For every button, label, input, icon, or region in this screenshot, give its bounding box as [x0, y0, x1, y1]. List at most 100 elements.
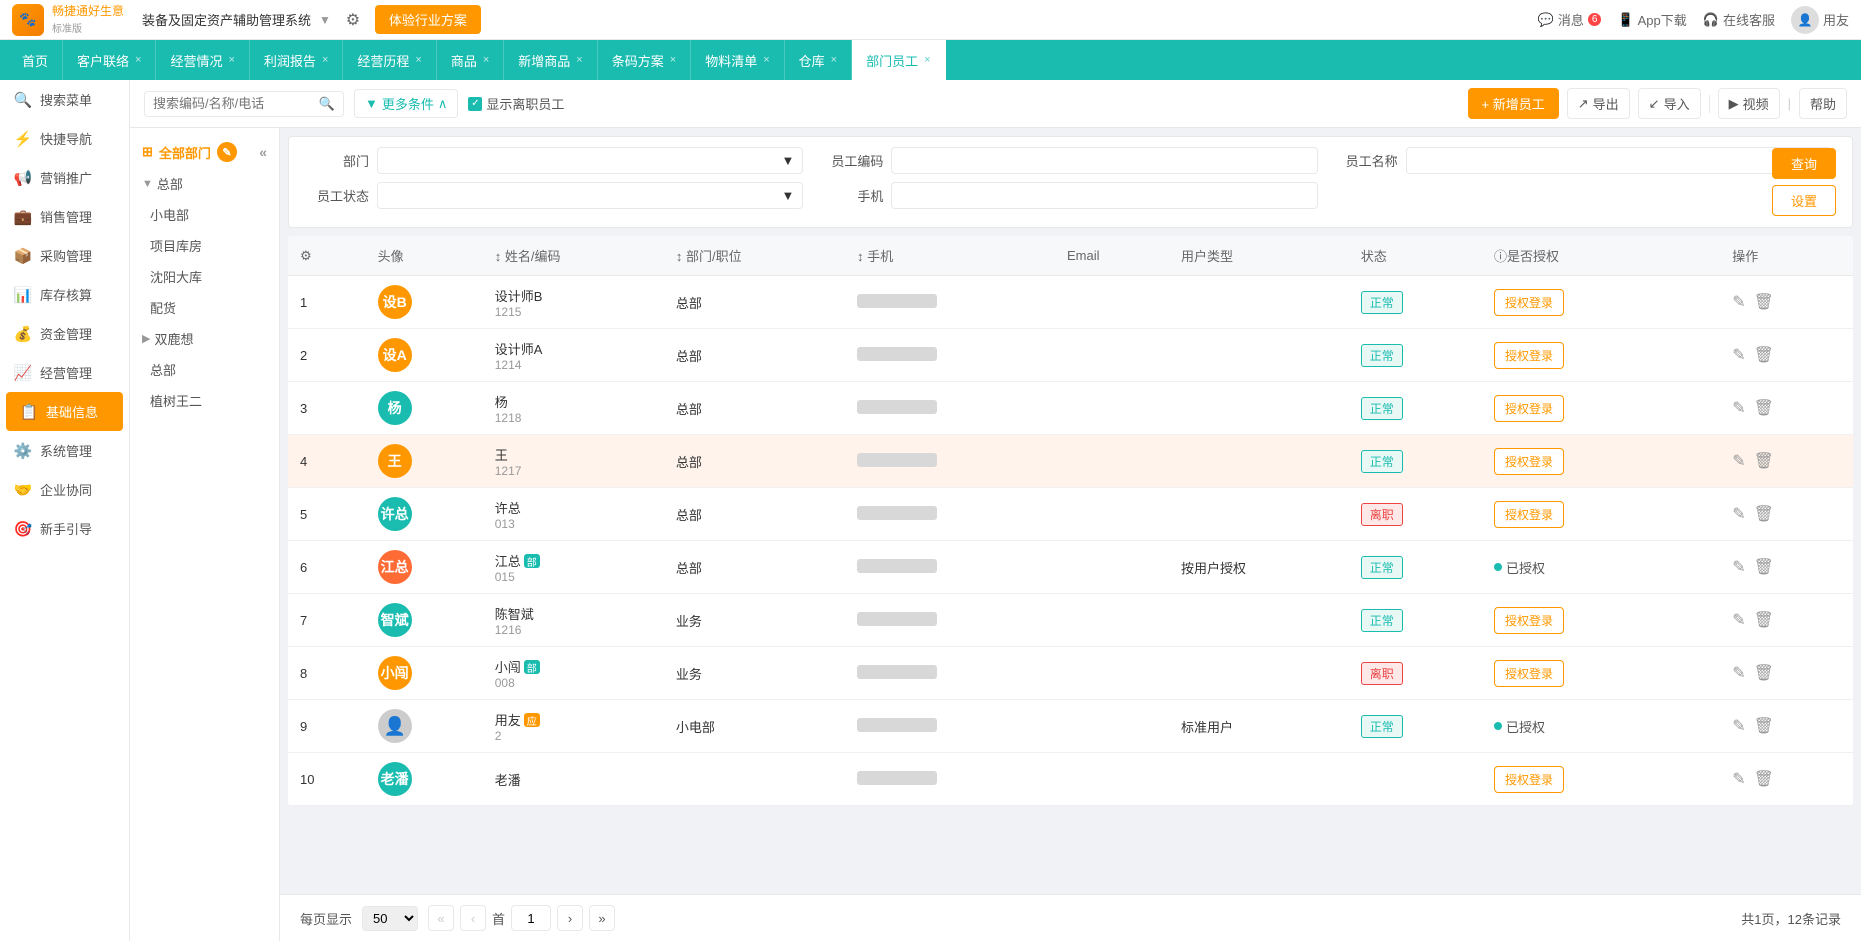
export-button[interactable]: ↗ 导出: [1567, 88, 1630, 119]
nav-tab-商品[interactable]: 商品 ×: [437, 40, 504, 80]
show-resigned-toggle[interactable]: ✓ 显示离职员工: [468, 94, 564, 113]
nav-tab-部门员工[interactable]: 部门员工 ×: [852, 40, 945, 80]
sidebar-item-finance[interactable]: 💰资金管理: [0, 314, 129, 353]
per-page-select[interactable]: 50 100: [362, 906, 418, 931]
sidebar-item-sales[interactable]: 💼销售管理: [0, 197, 129, 236]
close-icon[interactable]: ×: [483, 54, 489, 66]
first-page-button[interactable]: «: [428, 905, 454, 931]
edit-button[interactable]: ✎: [1732, 716, 1745, 736]
dept-item-zongbu[interactable]: 总部: [130, 354, 279, 385]
delete-button[interactable]: 🗑: [1754, 716, 1774, 736]
authorize-button[interactable]: 授权登录: [1494, 501, 1564, 528]
close-icon[interactable]: ×: [576, 54, 582, 66]
prev-page-button[interactable]: ‹: [460, 905, 486, 931]
nav-tab-仓库[interactable]: 仓库 ×: [785, 40, 852, 80]
delete-button[interactable]: 🗑: [1754, 769, 1774, 789]
nav-tab-条码方案[interactable]: 条码方案 ×: [598, 40, 691, 80]
title-dropdown-icon[interactable]: ▼: [319, 13, 331, 27]
dept-collapse-button[interactable]: «: [259, 144, 267, 160]
delete-button[interactable]: 🗑: [1754, 610, 1774, 630]
try-industry-button[interactable]: 体验行业方案: [375, 5, 481, 34]
close-icon[interactable]: ×: [924, 54, 930, 66]
last-page-button[interactable]: »: [589, 905, 615, 931]
close-icon[interactable]: ×: [135, 54, 141, 66]
edit-button[interactable]: ✎: [1732, 769, 1745, 789]
delete-button[interactable]: 🗑: [1754, 557, 1774, 577]
edit-button[interactable]: ✎: [1732, 610, 1745, 630]
dept-item-project[interactable]: 项目库房: [130, 230, 279, 261]
nav-tab-利润报告[interactable]: 利润报告 ×: [250, 40, 343, 80]
close-icon[interactable]: ×: [763, 54, 769, 66]
authorize-button[interactable]: 授权登录: [1494, 607, 1564, 634]
app-download-button[interactable]: 📱 App下载: [1617, 10, 1686, 29]
sidebar-item-basic[interactable]: 📋基础信息: [6, 392, 123, 431]
search-input-wrap[interactable]: 🔍: [144, 91, 344, 117]
th-phone[interactable]: ↕ 手机: [845, 236, 1055, 276]
close-icon[interactable]: ×: [831, 54, 837, 66]
video-button[interactable]: ▶ 视频: [1718, 88, 1780, 119]
online-service-button[interactable]: 🎧 在线客服: [1703, 10, 1775, 29]
edit-button[interactable]: ✎: [1732, 451, 1745, 471]
checkbox-icon[interactable]: ✓: [468, 97, 482, 111]
dept-item-shuanglu[interactable]: ▶ 双鹿想: [130, 323, 279, 354]
query-button[interactable]: 查询: [1772, 148, 1836, 179]
delete-button[interactable]: 🗑: [1754, 292, 1774, 312]
search-input[interactable]: [153, 96, 313, 111]
close-icon[interactable]: ×: [322, 54, 328, 66]
emp-status-select[interactable]: ▼: [377, 182, 803, 209]
authorize-button[interactable]: 授权登录: [1494, 448, 1564, 475]
authorize-button[interactable]: 授权登录: [1494, 395, 1564, 422]
close-icon[interactable]: ×: [415, 54, 421, 66]
add-employee-button[interactable]: + 新增员工: [1468, 88, 1559, 119]
nav-tab-新增商品[interactable]: 新增商品 ×: [504, 40, 597, 80]
sidebar-item-purchase[interactable]: 📦采购管理: [0, 236, 129, 275]
delete-button[interactable]: 🗑: [1754, 504, 1774, 524]
sidebar-item-collab[interactable]: 🤝企业协同: [0, 470, 129, 509]
nav-tab-首页[interactable]: 首页: [8, 40, 63, 80]
emp-name-input[interactable]: [1406, 147, 1832, 174]
phone-input[interactable]: [891, 182, 1317, 209]
nav-tab-经营历程[interactable]: 经营历程 ×: [343, 40, 436, 80]
sidebar-item-quicknav[interactable]: ⚡快捷导航: [0, 119, 129, 158]
delete-button[interactable]: 🗑: [1754, 663, 1774, 683]
dept-item-xiaodian[interactable]: 小电部: [130, 199, 279, 230]
nav-tab-经营情况[interactable]: 经营情况 ×: [156, 40, 249, 80]
sidebar-item-operations[interactable]: 📈经营管理: [0, 353, 129, 392]
edit-button[interactable]: ✎: [1732, 504, 1745, 524]
sidebar-item-marketing[interactable]: 📢营销推广: [0, 158, 129, 197]
page-number-input[interactable]: [511, 905, 551, 931]
sidebar-item-guide[interactable]: 🎯新手引导: [0, 509, 129, 548]
dept-item-shenyang[interactable]: 沈阳大库: [130, 261, 279, 292]
emp-code-input[interactable]: [891, 147, 1317, 174]
close-icon[interactable]: ×: [228, 54, 234, 66]
authorize-button[interactable]: 授权登录: [1494, 766, 1564, 793]
sidebar-item-system[interactable]: ⚙️系统管理: [0, 431, 129, 470]
dept-filter-select[interactable]: ▼: [377, 147, 803, 174]
close-icon[interactable]: ×: [670, 54, 676, 66]
sidebar-item-inventory[interactable]: 📊库存核算: [0, 275, 129, 314]
reset-button[interactable]: 设置: [1772, 185, 1836, 216]
nav-tab-客户联络[interactable]: 客户联络 ×: [63, 40, 156, 80]
th-dept[interactable]: ↕ 部门/职位: [664, 236, 845, 276]
messages-button[interactable]: 💬 消息 6: [1538, 10, 1602, 29]
more-conditions-button[interactable]: ▼ 更多条件 ∧: [354, 89, 458, 118]
edit-button[interactable]: ✎: [1732, 345, 1745, 365]
dept-item-root[interactable]: ▼ 总部: [130, 168, 279, 199]
sidebar-item-search[interactable]: 🔍搜索菜单: [0, 80, 129, 119]
authorize-button[interactable]: 授权登录: [1494, 660, 1564, 687]
nav-tab-物料清单[interactable]: 物料清单 ×: [691, 40, 784, 80]
next-page-button[interactable]: ›: [557, 905, 583, 931]
edit-button[interactable]: ✎: [1732, 292, 1745, 312]
help-button[interactable]: 帮助: [1799, 88, 1847, 119]
authorize-button[interactable]: 授权登录: [1494, 289, 1564, 316]
delete-button[interactable]: 🗑: [1754, 398, 1774, 418]
edit-button[interactable]: ✎: [1732, 398, 1745, 418]
th-settings[interactable]: ⚙: [288, 236, 366, 276]
import-button[interactable]: ↙ 导入: [1638, 88, 1701, 119]
dept-edit-button[interactable]: ✎: [217, 142, 237, 162]
user-menu[interactable]: 👤 用友: [1791, 6, 1849, 34]
delete-button[interactable]: 🗑: [1754, 345, 1774, 365]
edit-button[interactable]: ✎: [1732, 557, 1745, 577]
settings-icon[interactable]: ⚙: [339, 6, 367, 34]
delete-button[interactable]: 🗑: [1754, 451, 1774, 471]
